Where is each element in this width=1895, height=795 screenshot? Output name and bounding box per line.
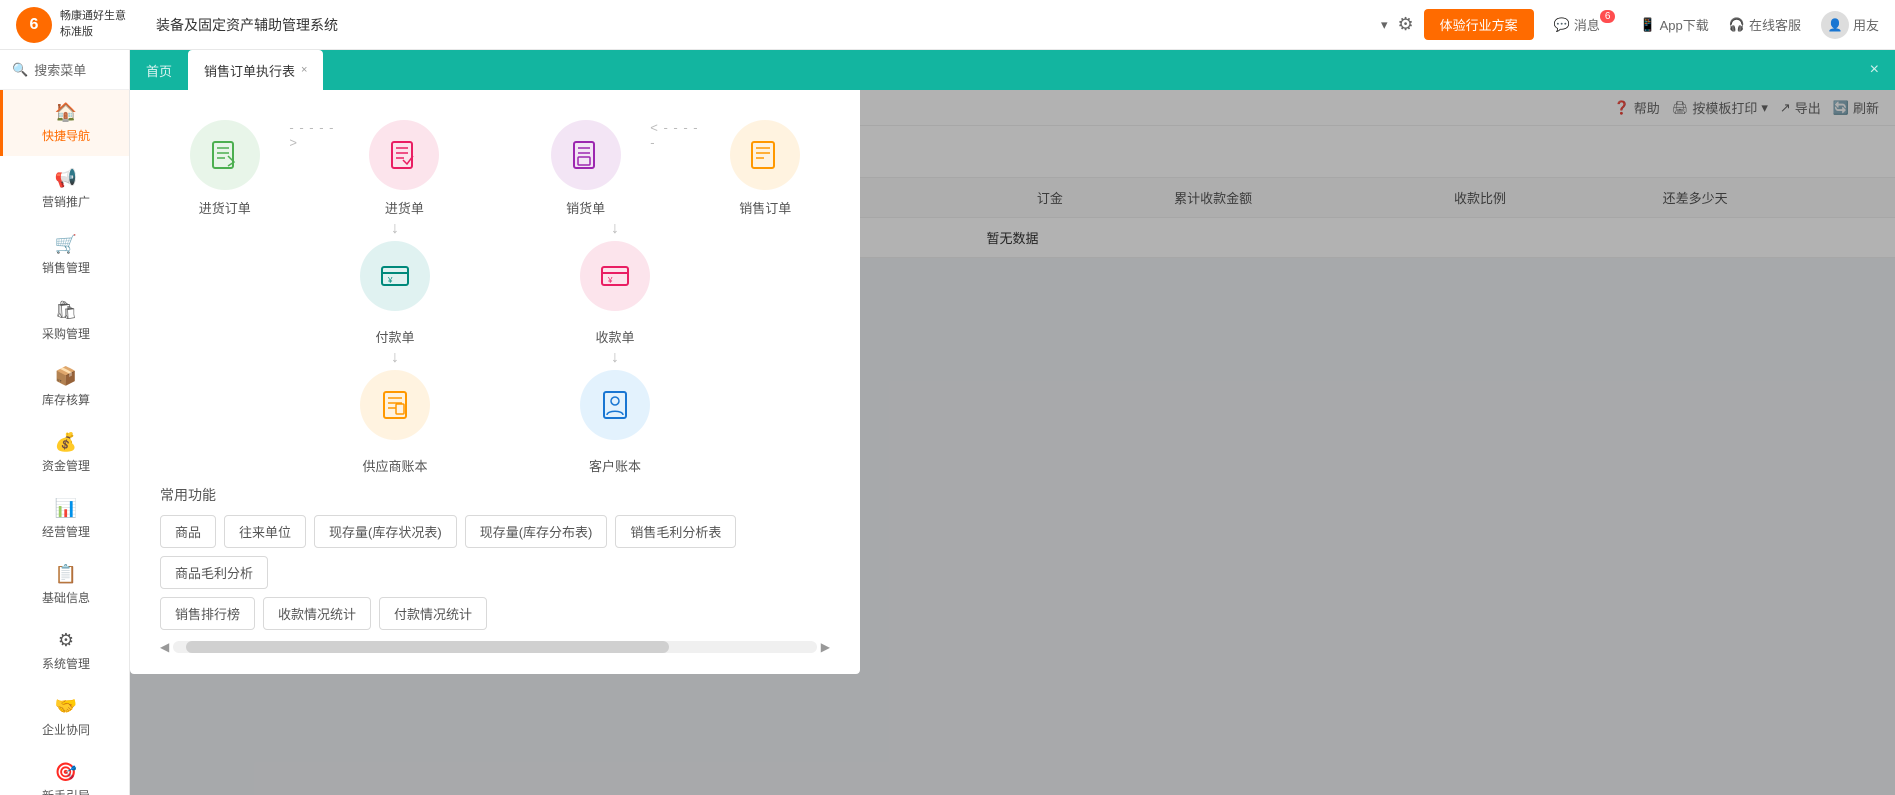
flow-label-sales-invoice: 销货单 <box>566 198 605 217</box>
avatar: 👤 <box>1821 11 1849 39</box>
arrow-down-sales: ↓ <box>611 217 619 241</box>
app-download-action[interactable]: 📱 App下载 <box>1639 15 1708 34</box>
page-wrapper: ❓ 帮助 🖨 按模板打印 ▾ ↗ 导出 🔄 刷新 <box>130 90 1895 795</box>
window-close-icon[interactable]: × <box>1870 61 1879 79</box>
box-icon: 📦 <box>55 366 77 387</box>
flow-label-sales-order-item: 销售订单 <box>739 198 791 217</box>
scrollbar-container: ◀ ▶ <box>160 640 830 654</box>
logo-area: 6 畅康通好生意 标准版 <box>16 7 146 43</box>
header-right: 💬 消息 6 📱 App下载 🎧 在线客服 👤 用友 <box>1554 11 1879 39</box>
flow-item-sales-invoice[interactable]: 销货单 <box>521 120 650 217</box>
svg-text:¥: ¥ <box>387 276 393 285</box>
flow-label-payment: 付款单 <box>375 327 414 346</box>
flow-label-purchase-receipt: 进货单 <box>385 198 424 217</box>
tab-close-icon[interactable]: × <box>301 64 307 76</box>
cart-icon: 🛒 <box>55 234 77 255</box>
handshake-icon: 🤝 <box>55 696 77 717</box>
common-functions-title: 常用功能 <box>160 485 830 505</box>
flow-circle-customer-ledger[interactable] <box>580 370 650 440</box>
sidebar-item-finance[interactable]: 💰 资金管理 <box>0 420 129 486</box>
flow-label-purchase-order: 进货订单 <box>199 198 251 217</box>
func-btn-contact[interactable]: 往来单位 <box>224 515 306 548</box>
clipboard-icon: 📋 <box>55 564 77 585</box>
func-btn-payment-stats[interactable]: 付款情况统计 <box>379 597 487 630</box>
home-icon: 🏠 <box>55 102 77 123</box>
flow-item-purchase-order[interactable]: 进货订单 <box>160 120 289 217</box>
sidebar-item-operations[interactable]: 📊 经营管理 <box>0 486 129 552</box>
flow-item-sales-order-item[interactable]: 销售订单 <box>701 120 830 217</box>
settings-button[interactable]: ⚙ <box>1398 14 1414 35</box>
flow-item-purchase-receipt[interactable]: 进货单 <box>340 120 469 217</box>
flow-circle-supplier-ledger[interactable] <box>360 370 430 440</box>
tab-sales-order[interactable]: 销售订单执行表 × <box>188 50 323 90</box>
arrow-down-customer: ↓ <box>611 346 619 370</box>
phone-icon: 📱 <box>1639 17 1655 33</box>
system-dropdown[interactable]: ▾ <box>1381 17 1388 33</box>
sidebar-item-marketing[interactable]: 📢 营销推广 <box>0 156 129 222</box>
func-btn-inventory-dist[interactable]: 现存量(库存分布表) <box>465 515 608 548</box>
sidebar-item-newbie[interactable]: 🎯 新手引导 <box>0 750 129 795</box>
sidebar: 🔍 搜索菜单 🏠 快捷导航 📢 营销推广 🛒 销售管理 🛍 采购管理 📦 库存核… <box>0 50 130 795</box>
top-header: 6 畅康通好生意 标准版 装备及固定资产辅助管理系统 ▾ ⚙ 体验行业方案 💬 … <box>0 0 1895 50</box>
scrollbar-thumb <box>186 641 669 653</box>
flow-circle-receipt[interactable]: ¥ <box>580 241 650 311</box>
flow-label-receipt: 收款单 <box>595 327 634 346</box>
tab-home[interactable]: 首页 <box>130 50 188 90</box>
arrow-down-purchase: ↓ <box>391 217 399 241</box>
main-layout: 🔍 搜索菜单 🏠 快捷导航 📢 营销推广 🛒 销售管理 🛍 采购管理 📦 库存核… <box>0 50 1895 795</box>
message-badge: 6 <box>1600 10 1616 23</box>
scrollbar-track[interactable] <box>173 641 817 653</box>
func-buttons-row2: 销售排行榜 收款情况统计 付款情况统计 <box>160 597 830 630</box>
sidebar-item-system[interactable]: ⚙ 系统管理 <box>0 618 129 684</box>
flow-circle-purchase-order <box>190 120 260 190</box>
search-icon: 🔍 <box>12 62 28 78</box>
flow-circle-payment[interactable]: ¥ <box>360 241 430 311</box>
func-btn-inventory-status[interactable]: 现存量(库存状况表) <box>314 515 457 548</box>
user-action[interactable]: 👤 用友 <box>1821 11 1879 39</box>
svg-text:¥: ¥ <box>607 276 613 285</box>
func-btn-product-margin[interactable]: 商品毛利分析 <box>160 556 268 589</box>
common-functions: 常用功能 商品 往来单位 现存量(库存状况表) 现存量(库存分布表) 销售毛利分… <box>160 485 830 630</box>
sidebar-item-basic-info[interactable]: 📋 基础信息 <box>0 552 129 618</box>
quick-guide-panel: 进货订单 - - - - - > <box>130 90 860 674</box>
quick-guide-overlay: 进货订单 - - - - - > <box>130 90 1895 795</box>
flow-label-supplier-ledger: 供应商账本 <box>362 456 427 475</box>
sidebar-item-inventory[interactable]: 📦 库存核算 <box>0 354 129 420</box>
sidebar-item-purchase[interactable]: 🛍 采购管理 <box>0 288 129 354</box>
scroll-left-icon[interactable]: ◀ <box>160 640 169 654</box>
bag-icon: 🛍 <box>55 300 78 321</box>
func-btn-product[interactable]: 商品 <box>160 515 216 548</box>
flow-circle-sales-order-item <box>730 120 800 190</box>
headset-icon: 🎧 <box>1729 17 1745 33</box>
sidebar-item-sales[interactable]: 🛒 销售管理 <box>0 222 129 288</box>
chart-icon: 📊 <box>55 498 77 519</box>
flow-circle-sales-invoice <box>551 120 621 190</box>
megaphone-icon: 📢 <box>55 168 77 189</box>
content-area: 首页 销售订单执行表 × × ❓ 帮助 🖨 按模板打印 ▾ <box>130 50 1895 795</box>
target-icon: 🎯 <box>55 762 77 783</box>
func-btn-sales-margin[interactable]: 销售毛利分析表 <box>615 515 736 548</box>
message-action[interactable]: 💬 消息 6 <box>1554 15 1620 34</box>
logo-icon: 6 <box>16 7 52 43</box>
money-icon: 💰 <box>55 432 77 453</box>
message-icon: 💬 <box>1554 17 1570 33</box>
flow-circle-purchase-receipt <box>369 120 439 190</box>
func-btn-receipt-stats[interactable]: 收款情况统计 <box>263 597 371 630</box>
scroll-right-icon[interactable]: ▶ <box>821 640 830 654</box>
flow-label-customer-ledger: 客户账本 <box>589 456 641 475</box>
tabs-bar: 首页 销售订单执行表 × × <box>130 50 1895 90</box>
system-title: 装备及固定资产辅助管理系统 <box>156 15 1381 35</box>
sidebar-item-enterprise[interactable]: 🤝 企业协同 <box>0 684 129 750</box>
logo-text: 畅康通好生意 标准版 <box>60 9 126 40</box>
func-btn-sales-ranking[interactable]: 销售排行榜 <box>160 597 255 630</box>
func-buttons-row1: 商品 往来单位 现存量(库存状况表) 现存量(库存分布表) 销售毛利分析表 商品… <box>160 515 830 589</box>
search-menu[interactable]: 🔍 搜索菜单 <box>0 50 129 90</box>
arrow-down-supplier: ↓ <box>391 346 399 370</box>
online-service-action[interactable]: 🎧 在线客服 <box>1729 15 1801 34</box>
sidebar-item-quick-nav[interactable]: 🏠 快捷导航 <box>0 90 129 156</box>
gear-icon: ⚙ <box>58 630 74 651</box>
trial-button[interactable]: 体验行业方案 <box>1424 9 1534 40</box>
